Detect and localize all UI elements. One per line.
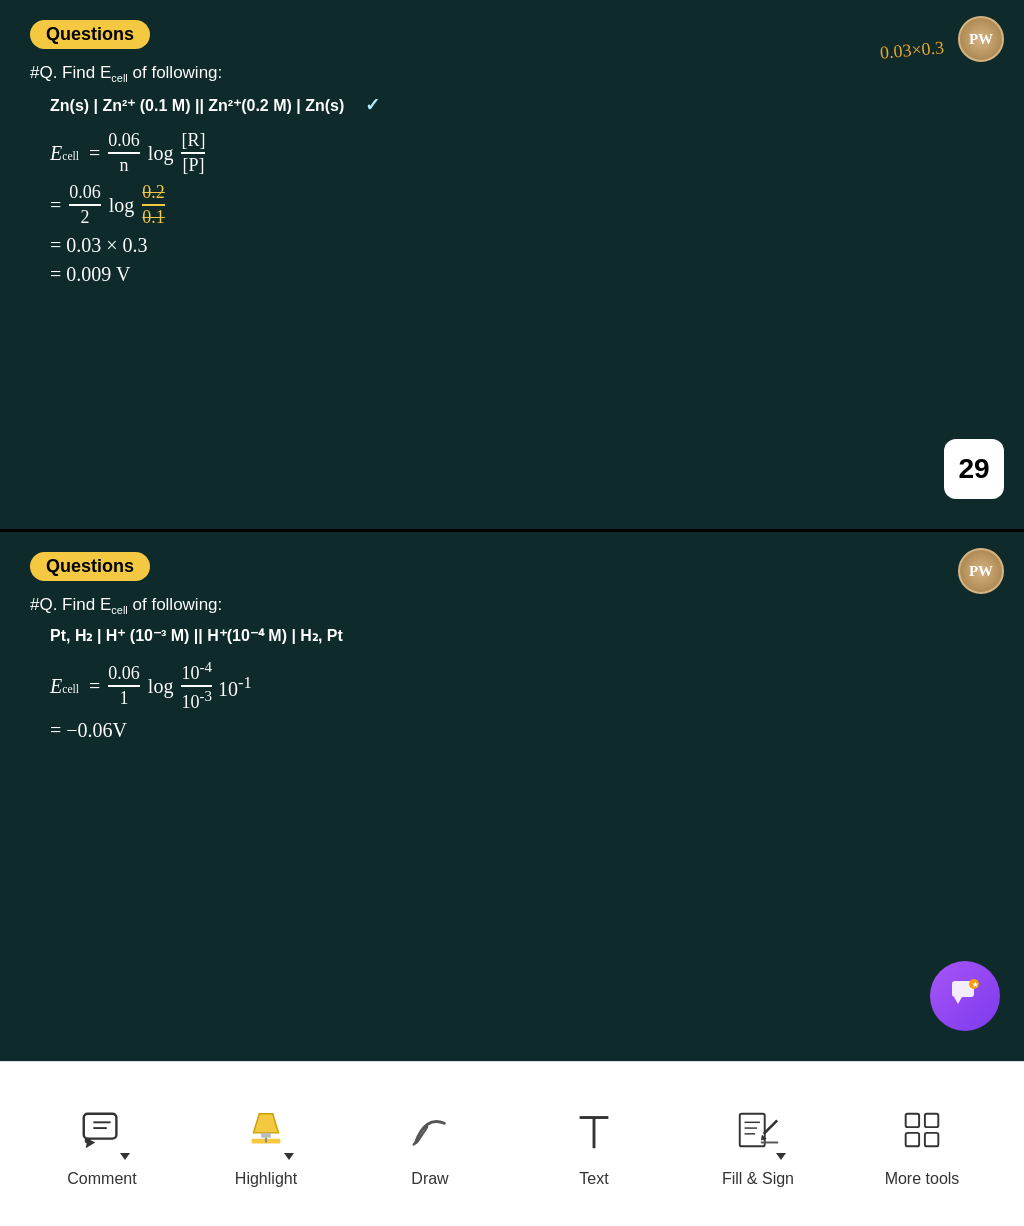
more-tools-tool[interactable]: More tools [840,1100,1004,1188]
text-icon [570,1106,618,1154]
svg-rect-4 [84,1114,117,1139]
more-tools-icon-wrap [892,1100,952,1160]
math-line-1: E cell = 0.06 n log [R] [P] [50,130,994,176]
fill-sign-icon-wrap [728,1100,788,1160]
draw-label: Draw [411,1170,448,1188]
chat-fab-icon: ★ [948,976,982,1017]
text-icon-wrap [564,1100,624,1160]
equation-2: Pt, H₂ | H⁺ (10⁻³ M) || H⁺(10⁻⁴ M) | H₂,… [50,626,994,645]
draw-tool[interactable]: Draw [348,1100,512,1188]
pw-logo-1: PW [958,16,1004,62]
fill-sign-label: Fill & Sign [722,1170,794,1188]
questions-badge-2: Questions [30,552,150,581]
highlight-arrow [284,1153,294,1160]
fill-sign-tool[interactable]: Fill & Sign [676,1100,840,1188]
svg-rect-21 [906,1133,919,1146]
panel-2: Questions #Q. Find Ecell of following: P… [0,532,1024,1061]
math-content-1: E cell = 0.06 n log [R] [P] = 0.06 2 [50,130,994,286]
slide-number: 29 [944,439,1004,499]
comment-icon-wrap [72,1100,132,1160]
bottom-toolbar: Comment Highlight [0,1061,1024,1226]
text-label: Text [579,1170,608,1188]
comment-arrow [120,1153,130,1160]
math-content-2: E cell = 0.06 1 log 10-4 10-3 10-1 = −0.… [50,659,994,742]
equation-1: Zn(s) | Zn²⁺ (0.1 M) || Zn²⁺(0.2 M) | Zn… [50,94,994,116]
highlight-tool[interactable]: Highlight [184,1100,348,1188]
highlight-icon-wrap [236,1100,296,1160]
math-line-p2-2: = −0.06V [50,719,994,742]
more-tools-label: More tools [885,1170,960,1188]
math-line-p2-1: E cell = 0.06 1 log 10-4 10-3 10-1 [50,659,994,713]
svg-marker-1 [954,997,962,1004]
text-tool[interactable]: Text [512,1100,676,1188]
draw-icon [406,1106,454,1154]
svg-rect-19 [906,1114,919,1127]
chat-fab-button[interactable]: ★ [930,961,1000,1031]
highlight-label: Highlight [235,1170,297,1188]
comment-tool[interactable]: Comment [20,1100,184,1188]
svg-text:★: ★ [972,981,979,988]
comment-icon [78,1106,126,1154]
math-line-2: = 0.06 2 log 0.2 0.1 [50,182,994,228]
question-text-2: #Q. Find Ecell of following: [30,595,994,616]
more-tools-icon [898,1106,946,1154]
fill-sign-icon [734,1106,782,1154]
fill-sign-arrow [776,1153,786,1160]
comment-label: Comment [67,1170,136,1188]
math-line-4: = 0.009 V [50,263,994,286]
panel-1: Questions #Q. Find Ecell of following: Z… [0,0,1024,532]
question-text-1: #Q. Find Ecell of following: [30,63,994,84]
annotation-1: 0.03×0.3 [879,37,945,64]
svg-rect-14 [740,1114,765,1147]
svg-point-8 [85,1138,91,1144]
svg-rect-22 [925,1133,938,1146]
questions-badge-1: Questions [30,20,150,49]
draw-icon-wrap [400,1100,460,1160]
svg-rect-10 [261,1133,271,1138]
math-line-3: = 0.03 × 0.3 [50,234,994,257]
svg-rect-20 [925,1114,938,1127]
highlight-icon [242,1106,290,1154]
pw-logo-2: PW [958,548,1004,594]
